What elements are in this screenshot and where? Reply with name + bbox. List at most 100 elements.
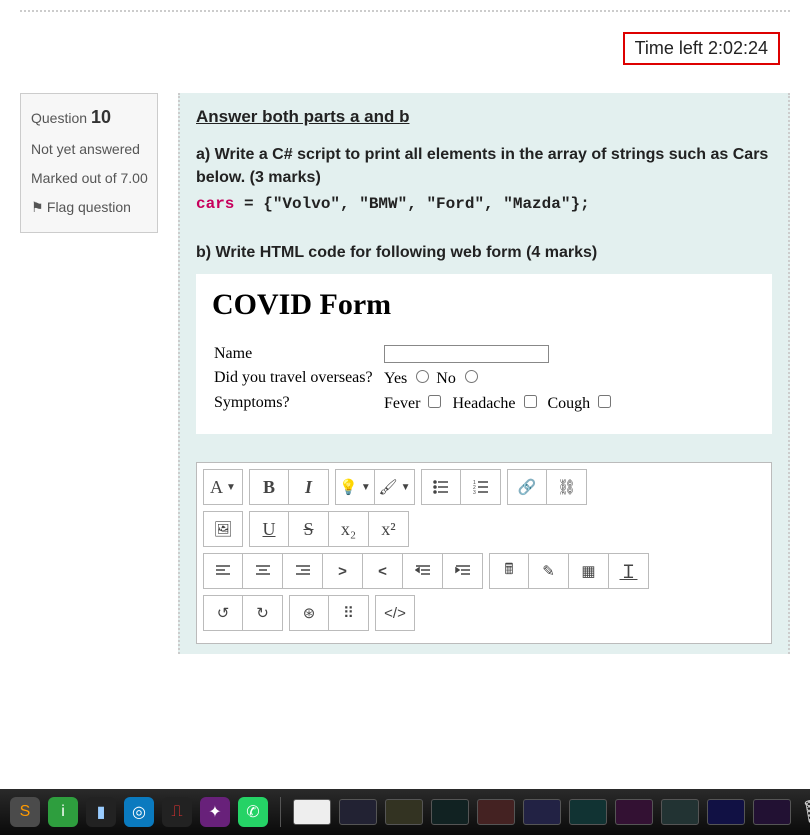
font-color-button[interactable]: 💡▼ (335, 469, 375, 505)
indent-icon (455, 563, 471, 579)
accessibility-button[interactable]: ⊛ (289, 595, 329, 631)
indent-button[interactable] (443, 553, 483, 589)
rtl-button[interactable]: < (363, 553, 403, 589)
question-info-box: Question 10 Not yet answered Marked out … (20, 93, 158, 233)
dock-app-terminal[interactable]: ▮ (86, 797, 116, 827)
undo-icon: ↺ (217, 604, 230, 622)
align-left-icon (215, 563, 231, 579)
screenreader-button[interactable]: ⠿ (329, 595, 369, 631)
insert-char-button[interactable]: ✎ (529, 553, 569, 589)
dock-app-safari[interactable]: ◎ (124, 797, 154, 827)
question-marked: Marked out of 7.00 (31, 168, 149, 189)
align-right-icon (295, 563, 311, 579)
dock-separator (280, 797, 281, 827)
time-left-box: Time left 2:02:24 (623, 32, 780, 65)
redo-icon: ↻ (256, 604, 269, 622)
ltr-button[interactable]: > (323, 553, 363, 589)
no-radio[interactable] (465, 370, 478, 383)
headache-checkbox[interactable] (524, 395, 537, 408)
svg-text:3: 3 (473, 490, 476, 495)
symptoms-label: Symptoms? (214, 391, 382, 414)
undo-button[interactable]: ↺ (203, 595, 243, 631)
table-button[interactable]: ▦ (569, 553, 609, 589)
subscript-button[interactable]: x₂ (329, 511, 369, 547)
align-right-button[interactable] (283, 553, 323, 589)
bold-button[interactable]: B (249, 469, 289, 505)
dock-window-thumb[interactable] (707, 799, 745, 825)
equation-button[interactable]: 🖩 (489, 553, 529, 589)
clear-format-button[interactable]: Ｉ (609, 553, 649, 589)
code-rest: = {"Volvo", "BMW", "Ford", "Mazda"}; (234, 195, 589, 213)
part-b-text: b) Write HTML code for following web for… (196, 241, 772, 264)
html-source-button[interactable]: </> (375, 595, 415, 631)
image-icon: 🖼 (213, 520, 232, 538)
link-icon: 🔗 (518, 478, 537, 496)
dock-app-whatsapp[interactable]: ✆ (238, 797, 268, 827)
dock-app-activity[interactable]: ⎍ (162, 797, 192, 827)
question-word: Question (31, 110, 87, 126)
form-sample: COVID Form Name Did you travel overseas?… (196, 274, 772, 435)
bulb-icon: 💡 (339, 478, 358, 496)
image-button[interactable]: 🖼 (203, 511, 243, 547)
dock-window-thumb[interactable] (477, 799, 515, 825)
link-button[interactable]: 🔗 (507, 469, 547, 505)
outdent-button[interactable] (403, 553, 443, 589)
dock-window-thumb[interactable] (339, 799, 377, 825)
code-icon: </> (384, 605, 406, 622)
strike-button[interactable]: S (289, 511, 329, 547)
redo-button[interactable]: ↻ (243, 595, 283, 631)
question-title: Answer both parts a and b (196, 107, 772, 127)
question-content: Answer both parts a and b a) Write a C# … (178, 93, 790, 654)
cough-checkbox[interactable] (598, 395, 611, 408)
dock-window-thumb[interactable] (523, 799, 561, 825)
no-label: No (436, 370, 456, 387)
unlink-button[interactable]: ⛓ (547, 469, 587, 505)
highlight-button[interactable]: 🖌▼ (375, 469, 415, 505)
underline-button[interactable]: U (249, 511, 289, 547)
calculator-icon: 🖩 (504, 559, 513, 584)
dock-app-sublime[interactable]: S (10, 797, 40, 827)
paragraph-style-button[interactable]: A▼ (203, 469, 243, 505)
flag-question-link[interactable]: ⚑ Flag question (31, 197, 149, 218)
dock-window-thumb[interactable] (569, 799, 607, 825)
trash-icon[interactable]: 🗑 (799, 795, 810, 829)
dock: Si ▮ ◎ ⎍ ✦ ✆ 🗑 (0, 789, 810, 835)
accessibility-icon: ⊛ (303, 604, 316, 622)
flag-icon: ⚑ (31, 197, 43, 218)
name-input[interactable] (384, 345, 549, 363)
dock-app-visualstudio[interactable]: ✦ (200, 797, 230, 827)
dock-window-thumb[interactable] (661, 799, 699, 825)
flag-label: Flag question (47, 199, 131, 215)
yes-radio[interactable] (416, 370, 429, 383)
fever-label: Fever (384, 395, 420, 412)
outdent-icon (415, 563, 431, 579)
fever-checkbox[interactable] (428, 395, 441, 408)
brush-icon: 🖌 (379, 478, 398, 496)
number-list-button[interactable]: 123 (461, 469, 501, 505)
superscript-button[interactable]: x² (369, 511, 409, 547)
bullet-list-button[interactable] (421, 469, 461, 505)
align-center-button[interactable] (243, 553, 283, 589)
dock-window-thumb[interactable] (293, 799, 331, 825)
dock-window-thumb[interactable] (753, 799, 791, 825)
edit-icon: ✎ (542, 562, 555, 580)
unlink-icon: ⛓ (557, 478, 576, 496)
italic-button[interactable]: I (289, 469, 329, 505)
table-icon: ▦ (581, 562, 595, 580)
braille-icon: ⠿ (343, 604, 354, 622)
list-ul-icon (433, 479, 449, 495)
dock-app-info[interactable]: i (48, 797, 78, 827)
headache-label: Headache (452, 395, 515, 412)
align-left-button[interactable] (203, 553, 243, 589)
dock-window-thumb[interactable] (385, 799, 423, 825)
yes-label: Yes (384, 370, 407, 387)
list-ol-icon: 123 (473, 479, 489, 495)
dock-window-thumb[interactable] (615, 799, 653, 825)
name-label: Name (214, 344, 382, 365)
cough-label: Cough (548, 395, 591, 412)
rich-text-editor[interactable]: A▼ B I 💡▼ 🖌▼ 123 (196, 462, 772, 644)
align-center-icon (255, 563, 271, 579)
question-number: 10 (91, 107, 111, 127)
question-status: Not yet answered (31, 139, 149, 160)
dock-window-thumb[interactable] (431, 799, 469, 825)
